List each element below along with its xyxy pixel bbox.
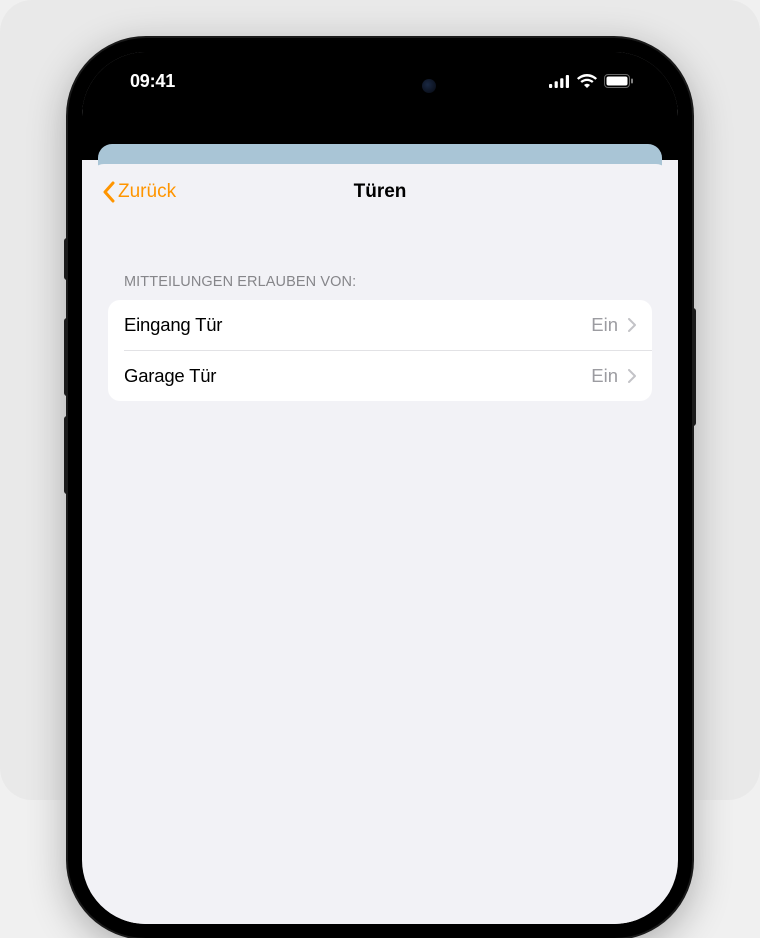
chevron-left-icon — [102, 181, 116, 203]
image-frame: 09:41 — [0, 0, 760, 800]
row-trailing: Ein — [591, 365, 636, 387]
row-value: Ein — [591, 314, 618, 336]
status-time: 09:41 — [130, 71, 175, 92]
door-row-garage[interactable]: Garage Tür Ein — [124, 351, 652, 401]
dynamic-island — [306, 66, 454, 106]
section-header: MITTEILUNGEN ERLAUBEN VON: — [108, 220, 652, 300]
row-trailing: Ein — [591, 314, 636, 336]
row-label: Eingang Tür — [124, 314, 222, 336]
phone-body: 09:41 — [68, 38, 692, 938]
battery-icon — [604, 74, 634, 88]
front-camera-icon — [422, 79, 436, 93]
navigation-bar: Zurück Türen — [90, 164, 670, 220]
row-label: Garage Tür — [124, 365, 216, 387]
chevron-right-icon — [628, 318, 636, 332]
phone-screen: 09:41 — [82, 52, 678, 924]
volume-up-button — [64, 318, 68, 396]
wifi-icon — [577, 74, 597, 88]
back-button[interactable]: Zurück — [102, 181, 176, 203]
chevron-right-icon — [628, 369, 636, 383]
doors-list: Eingang Tür Ein Garage Tür — [108, 300, 652, 401]
back-label: Zurück — [118, 181, 176, 203]
settings-sheet: Zurück Türen MITTEILUNGEN ERLAUBEN VON: … — [90, 164, 670, 924]
row-value: Ein — [591, 365, 618, 387]
page-title: Türen — [90, 181, 670, 203]
content-area: MITTEILUNGEN ERLAUBEN VON: Eingang Tür E… — [90, 220, 670, 401]
door-row-eingang[interactable]: Eingang Tür Ein — [108, 300, 652, 350]
power-button — [692, 308, 696, 426]
cellular-icon — [549, 75, 570, 88]
volume-down-button — [64, 416, 68, 494]
status-icons — [549, 74, 634, 88]
